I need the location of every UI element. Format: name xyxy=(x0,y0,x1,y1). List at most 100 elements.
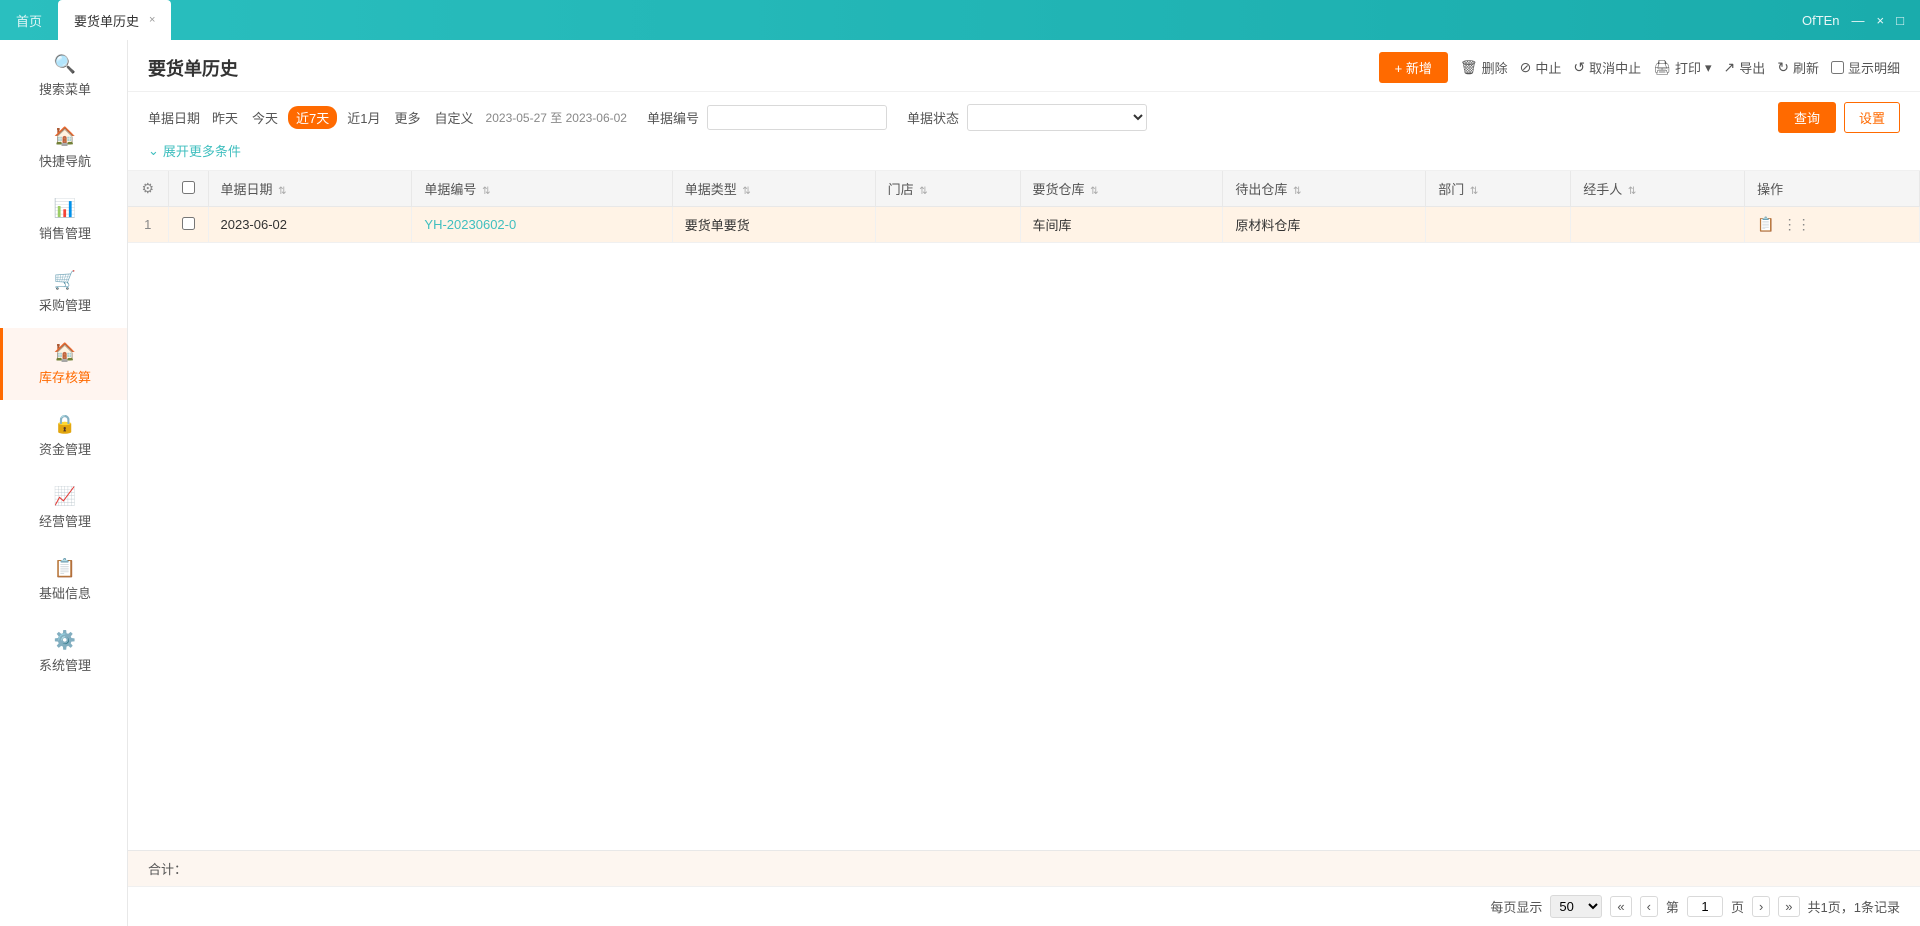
query-button[interactable]: 查询 xyxy=(1778,102,1836,133)
stop-label: 中止 xyxy=(1535,58,1561,77)
sidebar: 🔍 搜索菜单 🏠 快捷导航 📊 销售管理 🛒 采购管理 🏠 库存核算 🔒 资金管… xyxy=(0,40,128,926)
new-button[interactable]: + 新增 xyxy=(1379,52,1448,83)
docno-filter: 单据编号 xyxy=(647,105,887,130)
docno-input[interactable] xyxy=(707,105,887,130)
first-page-btn[interactable]: « xyxy=(1610,896,1631,917)
sort-req-warehouse-icon[interactable]: ⇅ xyxy=(1090,186,1098,197)
tab-requisition-history[interactable]: 要货单历史 × xyxy=(58,0,171,40)
expand-icon: ⌄ xyxy=(148,143,159,159)
date-filter-label: 单据日期 xyxy=(148,108,200,127)
table-col-docno: 单据编号 ⇅ xyxy=(412,171,672,207)
date-option-7days[interactable]: 近7天 xyxy=(288,106,337,129)
col-doctype-label: 单据类型 xyxy=(685,182,737,197)
table-col-action: 操作 xyxy=(1745,171,1920,207)
show-detail-checkbox[interactable]: 显示明细 xyxy=(1831,58,1900,77)
row-store xyxy=(875,207,1020,243)
prev-page-btn[interactable]: ‹ xyxy=(1640,896,1658,917)
sidebar-item-basic-info[interactable]: 📋 基础信息 xyxy=(0,544,127,616)
col-pending-warehouse-label: 待出仓库 xyxy=(1235,182,1287,197)
sidebar-item-purchase-mgmt[interactable]: 🛒 采购管理 xyxy=(0,256,127,328)
filter-bar: 单据日期 昨天 今天 近7天 近1月 更多 自定义 2023-05-27 至 2… xyxy=(128,92,1920,171)
print-button[interactable]: 🖨 打印 ▾ xyxy=(1653,58,1711,77)
date-option-yesterday[interactable]: 昨天 xyxy=(208,106,242,129)
delete-label: 删除 xyxy=(1482,58,1508,77)
close-window-icon[interactable]: × xyxy=(1877,13,1885,28)
refresh-label: 刷新 xyxy=(1793,58,1819,77)
sidebar-item-operation-mgmt[interactable]: 📈 经营管理 xyxy=(0,472,127,544)
sidebar-item-fund-mgmt-label: 资金管理 xyxy=(39,439,91,458)
col-handler-label: 经手人 xyxy=(1583,182,1622,197)
row-docno: YH-20230602-0 xyxy=(412,207,672,243)
per-page-label: 每页显示 xyxy=(1490,897,1542,916)
expand-label: 展开更多条件 xyxy=(163,141,241,160)
row-dept xyxy=(1426,207,1571,243)
table-settings-col: ⚙ xyxy=(128,171,168,207)
sidebar-item-system-mgmt[interactable]: ⚙️ 系统管理 xyxy=(0,616,127,688)
row-edit-icon[interactable]: 📋 xyxy=(1757,216,1774,233)
sort-store-icon[interactable]: ⇅ xyxy=(919,186,927,197)
table-select-all[interactable] xyxy=(182,181,195,194)
delete-button[interactable]: 🗑 删除 xyxy=(1460,58,1508,77)
sidebar-item-quick-nav[interactable]: 🏠 快捷导航 xyxy=(0,112,127,184)
sidebar-item-search-menu-label: 搜索菜单 xyxy=(39,79,91,98)
tab-home[interactable]: 首页 xyxy=(0,0,58,40)
sort-dept-icon[interactable]: ⇅ xyxy=(1470,186,1478,197)
cancel-stop-button[interactable]: ↺ 取消中止 xyxy=(1573,58,1641,77)
row-date: 2023-06-02 xyxy=(208,207,412,243)
toolbar: + 新增 🗑 删除 ⊘ 中止 ↺ 取消中止 🖨 打印 ▾ xyxy=(1379,52,1900,83)
sidebar-item-fund-mgmt[interactable]: 🔒 资金管理 xyxy=(0,400,127,472)
status-select[interactable] xyxy=(967,104,1147,131)
row-select[interactable] xyxy=(182,217,195,230)
top-bar: 首页 要货单历史 × OfTEn — × □ xyxy=(0,0,1920,40)
table-col-handler: 经手人 ⇅ xyxy=(1571,171,1745,207)
sidebar-item-purchase-mgmt-label: 采购管理 xyxy=(39,295,91,314)
sort-doctype-icon[interactable]: ⇅ xyxy=(742,186,750,197)
per-page-select[interactable]: 50 10 20 100 xyxy=(1550,895,1602,918)
col-action-label: 操作 xyxy=(1757,182,1783,197)
export-button[interactable]: ↗ 导出 xyxy=(1723,58,1765,77)
tab-close-icon[interactable]: × xyxy=(149,14,155,26)
table-gear-icon[interactable]: ⚙ xyxy=(141,180,154,196)
show-detail-label: 显示明细 xyxy=(1848,58,1900,77)
sort-handler-icon[interactable]: ⇅ xyxy=(1628,186,1636,197)
fund-mgmt-icon: 🔒 xyxy=(54,414,76,435)
maximize-icon[interactable]: □ xyxy=(1896,13,1904,28)
status-filter: 单据状态 xyxy=(907,104,1147,131)
table-body: 1 2023-06-02 YH-20230602-0 要货单要货 车间库 原材料… xyxy=(128,207,1920,243)
system-mgmt-icon: ⚙️ xyxy=(54,630,76,651)
date-option-1month[interactable]: 近1月 xyxy=(343,106,384,129)
row-pending-warehouse: 原材料仓库 xyxy=(1223,207,1426,243)
sidebar-item-sales-mgmt[interactable]: 📊 销售管理 xyxy=(0,184,127,256)
sidebar-item-system-mgmt-label: 系统管理 xyxy=(39,655,91,674)
last-page-btn[interactable]: » xyxy=(1778,896,1799,917)
col-store-label: 门店 xyxy=(888,182,914,197)
row-docno-link[interactable]: YH-20230602-0 xyxy=(424,217,516,232)
stop-button[interactable]: ⊘ 中止 xyxy=(1520,58,1562,77)
minimize-icon[interactable]: — xyxy=(1852,13,1865,28)
next-page-btn[interactable]: › xyxy=(1752,896,1770,917)
settings-button[interactable]: 设置 xyxy=(1844,102,1900,133)
sidebar-item-search-menu[interactable]: 🔍 搜索菜单 xyxy=(0,40,127,112)
often-label[interactable]: OfTEn xyxy=(1802,13,1840,28)
total-label: 合计： xyxy=(148,859,187,878)
date-option-today[interactable]: 今天 xyxy=(248,106,282,129)
table-col-store: 门店 ⇅ xyxy=(875,171,1020,207)
date-option-more[interactable]: 更多 xyxy=(391,106,425,129)
sidebar-item-inventory[interactable]: 🏠 库存核算 xyxy=(0,328,127,400)
sort-pending-warehouse-icon[interactable]: ⇅ xyxy=(1293,186,1301,197)
refresh-button[interactable]: ↻ 刷新 xyxy=(1777,58,1819,77)
print-dropdown-icon[interactable]: ▾ xyxy=(1705,60,1712,76)
page-unit-label: 页 xyxy=(1731,897,1744,916)
print-icon: 🖨 xyxy=(1653,59,1671,76)
show-detail-input[interactable] xyxy=(1831,61,1844,74)
sidebar-item-inventory-label: 库存核算 xyxy=(39,367,91,386)
expand-more-btn[interactable]: ⌄ 展开更多条件 xyxy=(148,141,1900,160)
date-range-value: 2023-05-27 至 2023-06-02 xyxy=(486,109,627,126)
date-filter: 单据日期 昨天 今天 近7天 近1月 更多 自定义 2023-05-27 至 2… xyxy=(148,106,627,129)
sort-date-icon[interactable]: ⇅ xyxy=(278,186,286,197)
row-more-icon[interactable]: ⋮⋮ xyxy=(1783,216,1811,233)
date-option-custom[interactable]: 自定义 xyxy=(431,106,478,129)
sidebar-item-operation-mgmt-label: 经营管理 xyxy=(39,511,91,530)
sort-docno-icon[interactable]: ⇅ xyxy=(482,186,490,197)
page-number-input[interactable] xyxy=(1687,896,1723,917)
